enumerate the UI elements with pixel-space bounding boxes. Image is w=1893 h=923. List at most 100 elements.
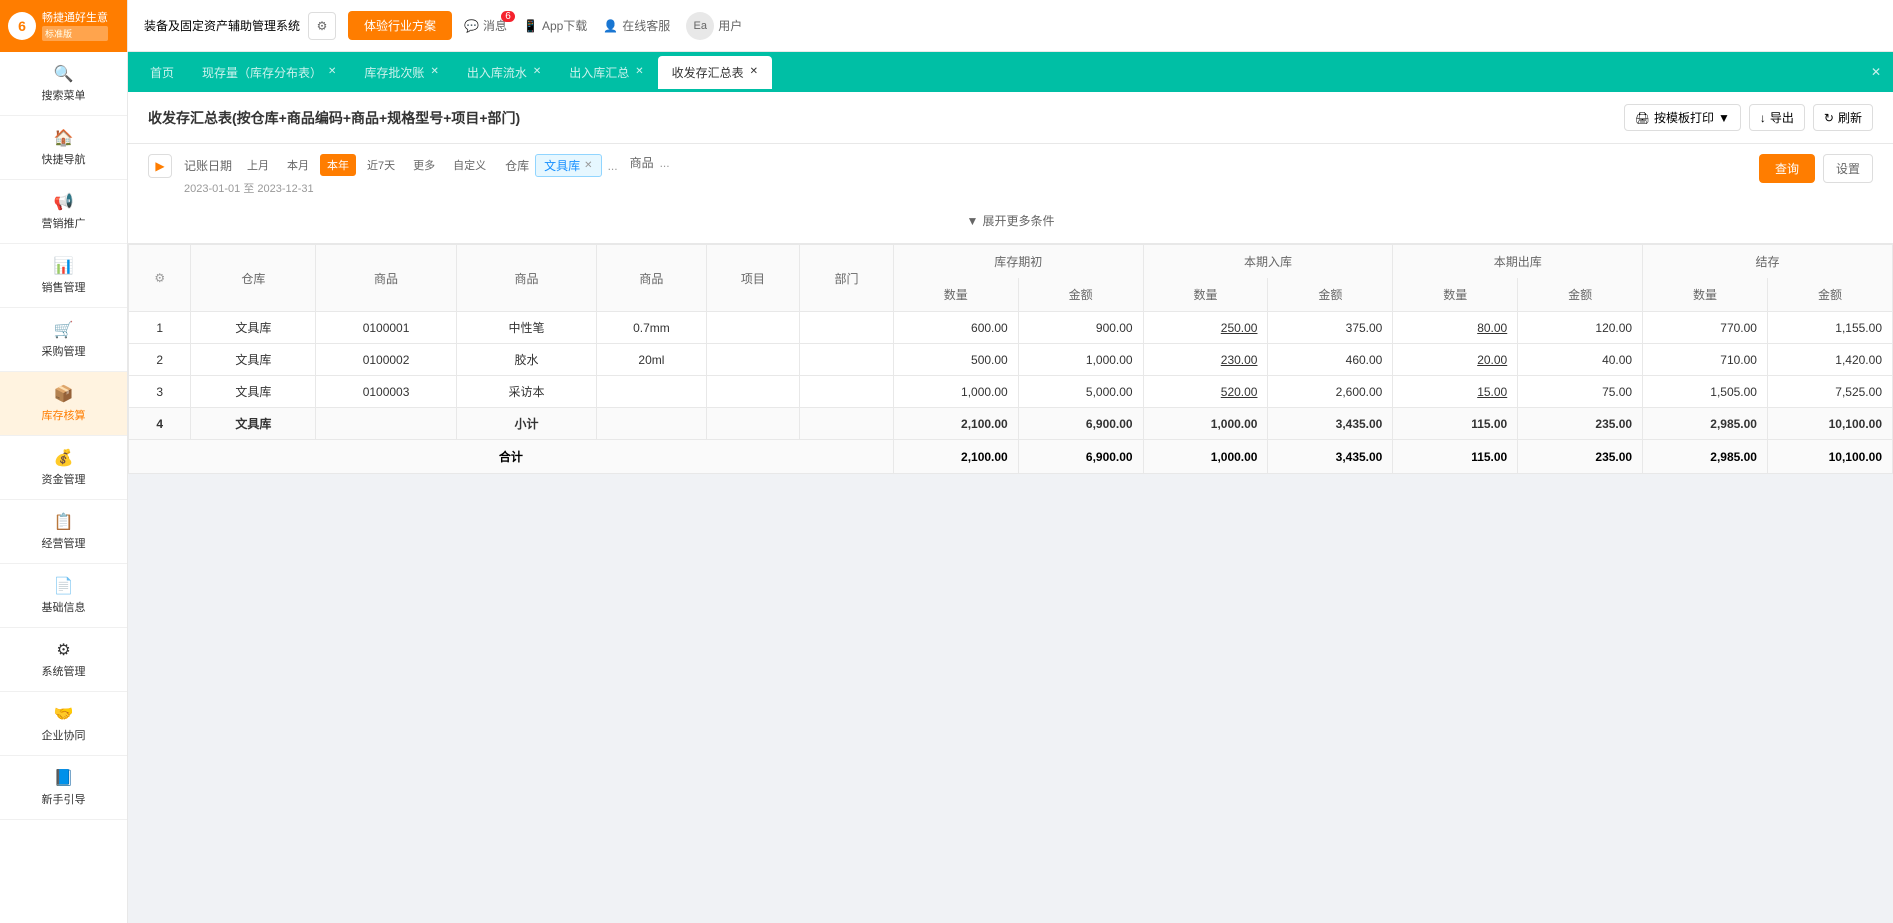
col-dept: 部门 <box>800 245 894 312</box>
tab-inventory-dist[interactable]: 现存量（库存分布表） ✕ <box>188 56 350 89</box>
row-spec: 20ml <box>597 344 706 376</box>
messages-badge: 6 <box>501 11 515 22</box>
user-action[interactable]: Ea 用户 <box>686 12 742 40</box>
sidebar-item-system[interactable]: ⚙ 系统管理 <box>0 628 127 692</box>
sidebar-label-finance: 资金管理 <box>42 471 86 487</box>
sidebar-item-marketing[interactable]: 📢营销推广 <box>0 180 127 244</box>
date-7days-btn[interactable]: 近7天 <box>360 154 402 176</box>
date-shortcuts-row: 上月 本月 本年 近7天 更多 自定义 <box>240 154 493 176</box>
sidebar-item-sales[interactable]: 📊销售管理 <box>0 244 127 308</box>
date-custom-btn[interactable]: 自定义 <box>446 154 493 176</box>
refresh-icon: ↻ <box>1824 111 1834 125</box>
row-out-amt: 235.00 <box>1518 408 1643 440</box>
sidebar-item-guide[interactable]: 📘新手引导 <box>0 756 127 820</box>
query-btn[interactable]: 查询 <box>1759 154 1815 183</box>
sidebar-item-finance[interactable]: 💰资金管理 <box>0 436 127 500</box>
sidebar-item-basic-info[interactable]: 📄基础信息 <box>0 564 127 628</box>
row-dept <box>800 408 894 440</box>
main-table: ⚙ 仓库 商品 商品 商品 项目 部门 库存期初 本期入库 本期出库 结存 数量 <box>128 244 1893 474</box>
sidebar-item-search[interactable]: 🔍搜索菜单 <box>0 52 127 116</box>
row-out-qty[interactable]: 15.00 <box>1393 376 1518 408</box>
sidebar-item-enterprise[interactable]: 🤝企业协同 <box>0 692 127 756</box>
expand-icon: ▶ <box>155 159 164 173</box>
operations-icon: 📋 <box>54 512 74 532</box>
row-code: 0100003 <box>316 376 456 408</box>
expand-conditions-icon: ▼ <box>967 214 979 228</box>
goods-label: 商品 <box>630 154 654 171</box>
tab-close-recv-send[interactable]: ✕ <box>750 67 758 77</box>
date-last-month-btn[interactable]: 上月 <box>240 154 276 176</box>
page-title: 收发存汇总表(按仓库+商品编码+商品+规格型号+项目+部门) <box>148 108 520 128</box>
row-end-amt: 10,100.00 <box>1767 408 1892 440</box>
row-code: 0100002 <box>316 344 456 376</box>
warehouse-tag[interactable]: 文具库 ✕ <box>535 154 601 177</box>
sidebar-item-quick-nav[interactable]: 🏠快捷导航 <box>0 116 127 180</box>
trial-btn[interactable]: 体验行业方案 <box>348 11 452 40</box>
row-project <box>706 408 800 440</box>
tab-close-all[interactable]: ✕ <box>1867 61 1885 83</box>
refresh-btn[interactable]: ↻ 刷新 <box>1813 104 1873 131</box>
footer-open-amt: 6,900.00 <box>1018 440 1143 474</box>
print-btn[interactable]: 🖨 按模板打印 ▼ <box>1624 104 1741 131</box>
print-arrow-icon: ▼ <box>1718 111 1730 125</box>
goods-more[interactable]: ... <box>660 156 670 170</box>
filter-settings-btn[interactable]: 设置 <box>1823 154 1873 183</box>
row-end-qty: 710.00 <box>1643 344 1768 376</box>
col-warehouse: 仓库 <box>191 245 316 312</box>
sidebar-label-quick-nav: 快捷导航 <box>42 151 86 167</box>
row-out-qty[interactable]: 20.00 <box>1393 344 1518 376</box>
online-service-action[interactable]: 👤 在线客服 <box>603 17 670 34</box>
sidebar-item-purchase[interactable]: 🛒采购管理 <box>0 308 127 372</box>
tab-close-inout-flow[interactable]: ✕ <box>533 67 541 77</box>
row-in-qty[interactable]: 520.00 <box>1143 376 1268 408</box>
row-open-qty: 600.00 <box>893 312 1018 344</box>
row-name: 采访本 <box>456 376 596 408</box>
row-out-qty[interactable]: 80.00 <box>1393 312 1518 344</box>
row-end-amt: 7,525.00 <box>1767 376 1892 408</box>
row-project <box>706 376 800 408</box>
app-download-action[interactable]: 📱 App下载 <box>523 17 587 34</box>
sidebar-label-inventory: 库存核算 <box>42 407 86 423</box>
row-end-amt: 1,420.00 <box>1767 344 1892 376</box>
tab-batch[interactable]: 库存批次账✕ <box>350 56 452 89</box>
guide-icon: 📘 <box>54 768 74 788</box>
sidebar-label-enterprise: 企业协同 <box>42 727 86 743</box>
tab-label-inventory-dist: 现存量（库存分布表） <box>202 64 322 81</box>
date-more-btn[interactable]: 更多 <box>406 154 442 176</box>
tab-inout-flow[interactable]: 出入库流水✕ <box>453 56 555 89</box>
print-label: 按模板打印 <box>1654 109 1714 126</box>
sales-icon: 📊 <box>54 256 74 276</box>
export-btn[interactable]: ↓ 导出 <box>1749 104 1805 131</box>
tab-close-inout-summary[interactable]: ✕ <box>635 67 643 77</box>
sidebar-item-inventory[interactable]: 📦库存核算 <box>0 372 127 436</box>
tab-inout-summary[interactable]: 出入库汇总✕ <box>555 56 657 89</box>
row-in-qty[interactable]: 250.00 <box>1143 312 1268 344</box>
tab-close-batch[interactable]: ✕ <box>430 67 438 77</box>
table-settings-icon[interactable]: ⚙ <box>129 245 191 312</box>
sidebar-label-system: 系统管理 <box>42 663 86 679</box>
settings-icon[interactable]: ⚙ <box>308 12 336 40</box>
row-in-qty[interactable]: 230.00 <box>1143 344 1268 376</box>
table-container: ⚙ 仓库 商品 商品 商品 项目 部门 库存期初 本期入库 本期出库 结存 数量 <box>128 244 1893 923</box>
messages-action[interactable]: 💬 消息 6 <box>464 17 507 34</box>
search-icon: 🔍 <box>54 64 74 84</box>
warehouse-more[interactable]: ... <box>608 159 618 173</box>
expand-conditions-btn[interactable]: ▼ 展开更多条件 <box>148 208 1873 233</box>
col-period-in: 本期入库 <box>1143 245 1393 279</box>
date-this-month-btn[interactable]: 本月 <box>280 154 316 176</box>
row-warehouse: 文具库 <box>191 376 316 408</box>
date-this-year-btn[interactable]: 本年 <box>320 154 356 176</box>
footer-label: 合计 <box>129 440 894 474</box>
col-opening: 库存期初 <box>893 245 1143 279</box>
tab-close-inventory-dist[interactable]: ✕ <box>328 67 336 77</box>
tab-home[interactable]: 首页 <box>136 56 188 89</box>
row-spec <box>597 376 706 408</box>
col-code: 商品 <box>316 245 456 312</box>
system-icon: ⚙ <box>56 640 70 660</box>
table-row: 3 文具库 0100003 采访本 1,000.00 5,000.00 520.… <box>129 376 1893 408</box>
warehouse-tag-close[interactable]: ✕ <box>584 160 592 171</box>
table-row: 4 文具库 小计 2,100.00 6,900.00 1,000.00 3,43… <box>129 408 1893 440</box>
tab-recv-send[interactable]: 收发存汇总表✕ <box>658 56 772 89</box>
sidebar-item-operations[interactable]: 📋经营管理 <box>0 500 127 564</box>
filter-expand-btn[interactable]: ▶ <box>148 154 172 178</box>
